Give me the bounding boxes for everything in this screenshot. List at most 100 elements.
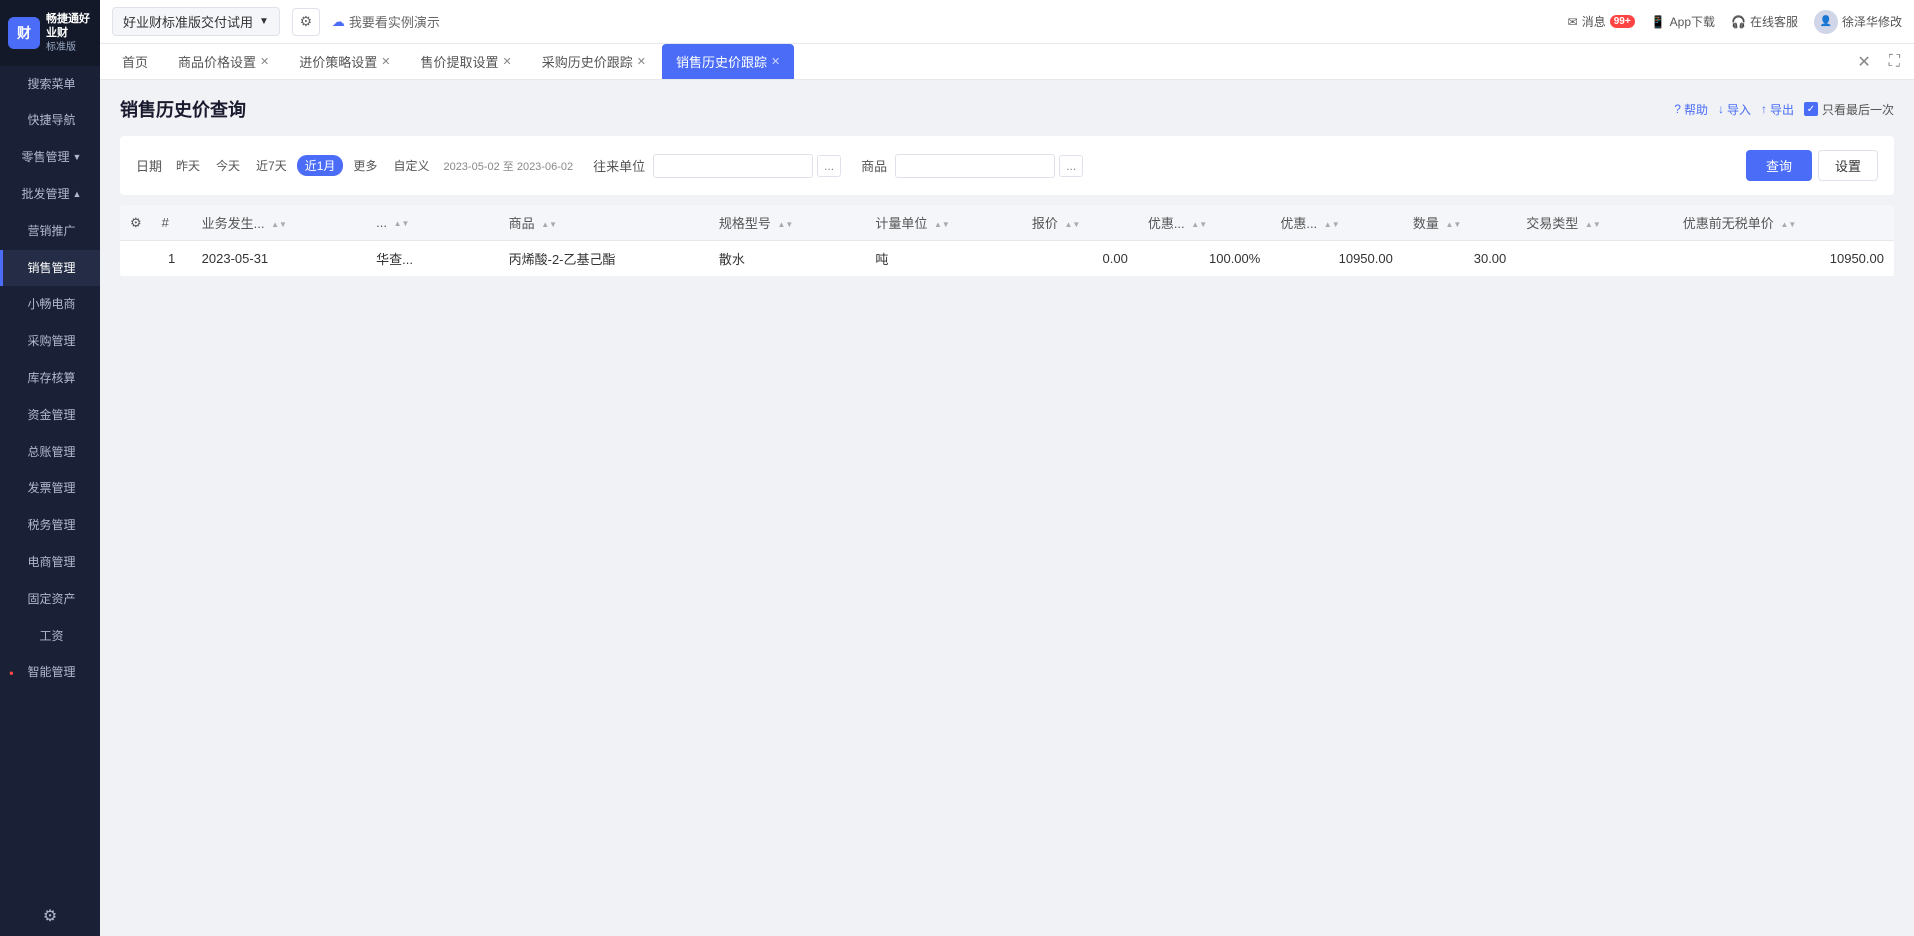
help-link[interactable]: ? 帮助	[1674, 101, 1708, 118]
sidebar-item-inventory[interactable]: 库存核算	[0, 360, 100, 397]
search-panel: 日期 昨天 今天 近7天 近1月 更多 自定义 2023-05-02 至 202…	[120, 136, 1894, 195]
tab-maximize[interactable]: ⛶	[1883, 51, 1906, 73]
tab-sale-extract-label: 售价提取设置	[420, 52, 498, 71]
product-input[interactable]	[895, 154, 1055, 178]
tab-close-window[interactable]: ✕	[1851, 50, 1876, 74]
tabs-right: ✕ ⛶	[1851, 50, 1906, 74]
source-dots-button[interactable]: ...	[817, 155, 841, 177]
table-header-qty[interactable]: 数量 ▲▼	[1403, 205, 1516, 241]
tab-product-price[interactable]: 商品价格设置 ✕	[164, 44, 283, 80]
date-more[interactable]: 更多	[347, 155, 383, 176]
date-last1month[interactable]: 近1月	[297, 155, 344, 176]
tab-purchase-strategy-close[interactable]: ✕	[381, 55, 390, 68]
date-custom[interactable]: 自定义	[387, 155, 435, 176]
product-dots-button[interactable]: ...	[1059, 155, 1083, 177]
source-input-group: ...	[653, 154, 841, 178]
date-last7[interactable]: 近7天	[250, 155, 293, 176]
export-label: 导出	[1770, 101, 1794, 118]
sort-arrows-notax: ▲▼	[1780, 220, 1796, 229]
online-service-label: 在线客服	[1750, 13, 1798, 30]
source-input[interactable]	[653, 154, 813, 178]
table-header-type[interactable]: 交易类型 ▲▼	[1516, 205, 1673, 241]
date-today[interactable]: 今天	[210, 155, 246, 176]
online-service-button[interactable]: 🎧 在线客服	[1731, 13, 1798, 30]
sidebar-item-salary[interactable]: 工资	[0, 618, 100, 655]
table-header-gear[interactable]: ⚙	[120, 205, 152, 241]
row-discount2: 10950.00	[1270, 241, 1403, 277]
tab-purchase-strategy-label: 进价策略设置	[299, 52, 377, 71]
row-type	[1516, 241, 1673, 277]
sidebar-item-assets[interactable]: 固定资产	[0, 581, 100, 618]
table-header-row: ⚙ # 业务发生... ▲▼ ... ▲▼ 商品 ▲▼	[120, 205, 1894, 241]
row-date: 2023-05-31	[192, 241, 366, 277]
date-yesterday[interactable]: 昨天	[170, 155, 206, 176]
row-spec: 散水	[709, 241, 866, 277]
checkbox-checked-icon: ✓	[1804, 102, 1818, 116]
only-last-checkbox[interactable]: ✓ 只看最后一次	[1804, 101, 1894, 118]
sidebar-item-purchase[interactable]: 采购管理	[0, 323, 100, 360]
sidebar-item-wholesale[interactable]: 批发管理▲	[0, 176, 100, 213]
tab-purchase-history-close[interactable]: ✕	[637, 55, 646, 68]
sidebar-item-sales[interactable]: 销售管理	[0, 250, 100, 287]
sidebar-item-general[interactable]: 总账管理	[0, 434, 100, 471]
app-logo: 财 畅捷通好业财 标准版	[0, 0, 100, 66]
topbar: 好业财标准版交付试用 ▼ ⚙ ☁ 我要看实例演示 ✉ 消息 99+ 📱 App下…	[100, 0, 1914, 44]
table-container: ⚙ # 业务发生... ▲▼ ... ▲▼ 商品 ▲▼	[120, 205, 1894, 277]
demo-link[interactable]: ☁ 我要看实例演示	[332, 12, 440, 31]
phone-icon: 📱	[1651, 15, 1666, 29]
table-header-notax[interactable]: 优惠前无税单价 ▲▼	[1673, 205, 1894, 241]
message-button[interactable]: ✉ 消息 99+	[1568, 13, 1635, 30]
table-header-date[interactable]: 业务发生... ▲▼	[192, 205, 366, 241]
topbar-settings-icon[interactable]: ⚙	[292, 8, 320, 36]
tab-sale-extract-close[interactable]: ✕	[503, 55, 512, 68]
row-notax: 10950.00	[1673, 241, 1894, 277]
tab-product-price-close[interactable]: ✕	[260, 55, 269, 68]
data-table: ⚙ # 业务发生... ▲▼ ... ▲▼ 商品 ▲▼	[120, 205, 1894, 277]
table-header-spec[interactable]: 规格型号 ▲▼	[709, 205, 866, 241]
table-header-unit[interactable]: 计量单位 ▲▼	[865, 205, 1022, 241]
app-download-button[interactable]: 📱 App下载	[1651, 13, 1715, 30]
chevron-down-icon: ▼	[259, 16, 269, 27]
version-selector[interactable]: 好业财标准版交付试用 ▼	[112, 7, 280, 36]
sidebar-item-invoice[interactable]: 发票管理	[0, 470, 100, 507]
sidebar-settings-button[interactable]: ⚙	[0, 896, 100, 936]
row-num: 1	[152, 241, 192, 277]
import-link[interactable]: ↓ 导入	[1718, 101, 1751, 118]
sidebar-item-smart[interactable]: 智能管理	[0, 654, 100, 691]
sidebar-item-finance[interactable]: 资金管理	[0, 397, 100, 434]
page-title: 销售历史价查询	[120, 96, 246, 122]
demo-icon: ☁	[332, 14, 345, 30]
date-label: 日期	[136, 156, 162, 175]
sidebar-item-xiaochangec[interactable]: 小畅电商	[0, 286, 100, 323]
table-header-price[interactable]: 报价 ▲▼	[1022, 205, 1138, 241]
tab-sales-history-label: 销售历史价跟踪	[676, 52, 767, 71]
tab-purchase-strategy[interactable]: 进价策略设置 ✕	[285, 44, 404, 80]
row-price: 0.00	[1022, 241, 1138, 277]
table-header-product[interactable]: 商品 ▲▼	[499, 205, 709, 241]
tab-purchase-history[interactable]: 采购历史价跟踪 ✕	[528, 44, 660, 80]
sidebar-item-marketing[interactable]: 营销推广	[0, 213, 100, 250]
tab-home[interactable]: 首页	[108, 44, 162, 80]
row-qty: 30.00	[1403, 241, 1516, 277]
sort-arrows-price: ▲▼	[1065, 220, 1081, 229]
table-header-discount1[interactable]: 优惠... ▲▼	[1138, 205, 1271, 241]
export-link[interactable]: ↑ 导出	[1761, 101, 1794, 118]
row-product: 丙烯酸-2-乙基己酯	[499, 241, 709, 277]
settings-button[interactable]: 设置	[1818, 150, 1878, 181]
message-badge: 99+	[1610, 15, 1635, 28]
sidebar-item-retail[interactable]: 零售管理▼	[0, 139, 100, 176]
tab-sales-history[interactable]: 销售历史价跟踪 ✕	[662, 44, 794, 80]
table-header-discount2[interactable]: 优惠... ▲▼	[1270, 205, 1403, 241]
tab-sales-history-close[interactable]: ✕	[771, 55, 780, 68]
user-menu[interactable]: 👤 徐泽华修改	[1814, 10, 1902, 34]
tab-sale-extract[interactable]: 售价提取设置 ✕	[406, 44, 525, 80]
table-header-dots[interactable]: ... ▲▼	[366, 205, 499, 241]
sidebar-item-ecommerce[interactable]: 电商管理	[0, 544, 100, 581]
sidebar-item-quick-nav[interactable]: 快捷导航	[0, 102, 100, 139]
app-download-label: App下载	[1670, 13, 1715, 30]
help-label: 帮助	[1684, 101, 1708, 118]
sidebar-item-search[interactable]: 搜索菜单	[0, 66, 100, 103]
search-buttons: 查询 设置	[1746, 150, 1878, 181]
sidebar-item-tax[interactable]: 税务管理	[0, 507, 100, 544]
query-button[interactable]: 查询	[1746, 150, 1812, 181]
